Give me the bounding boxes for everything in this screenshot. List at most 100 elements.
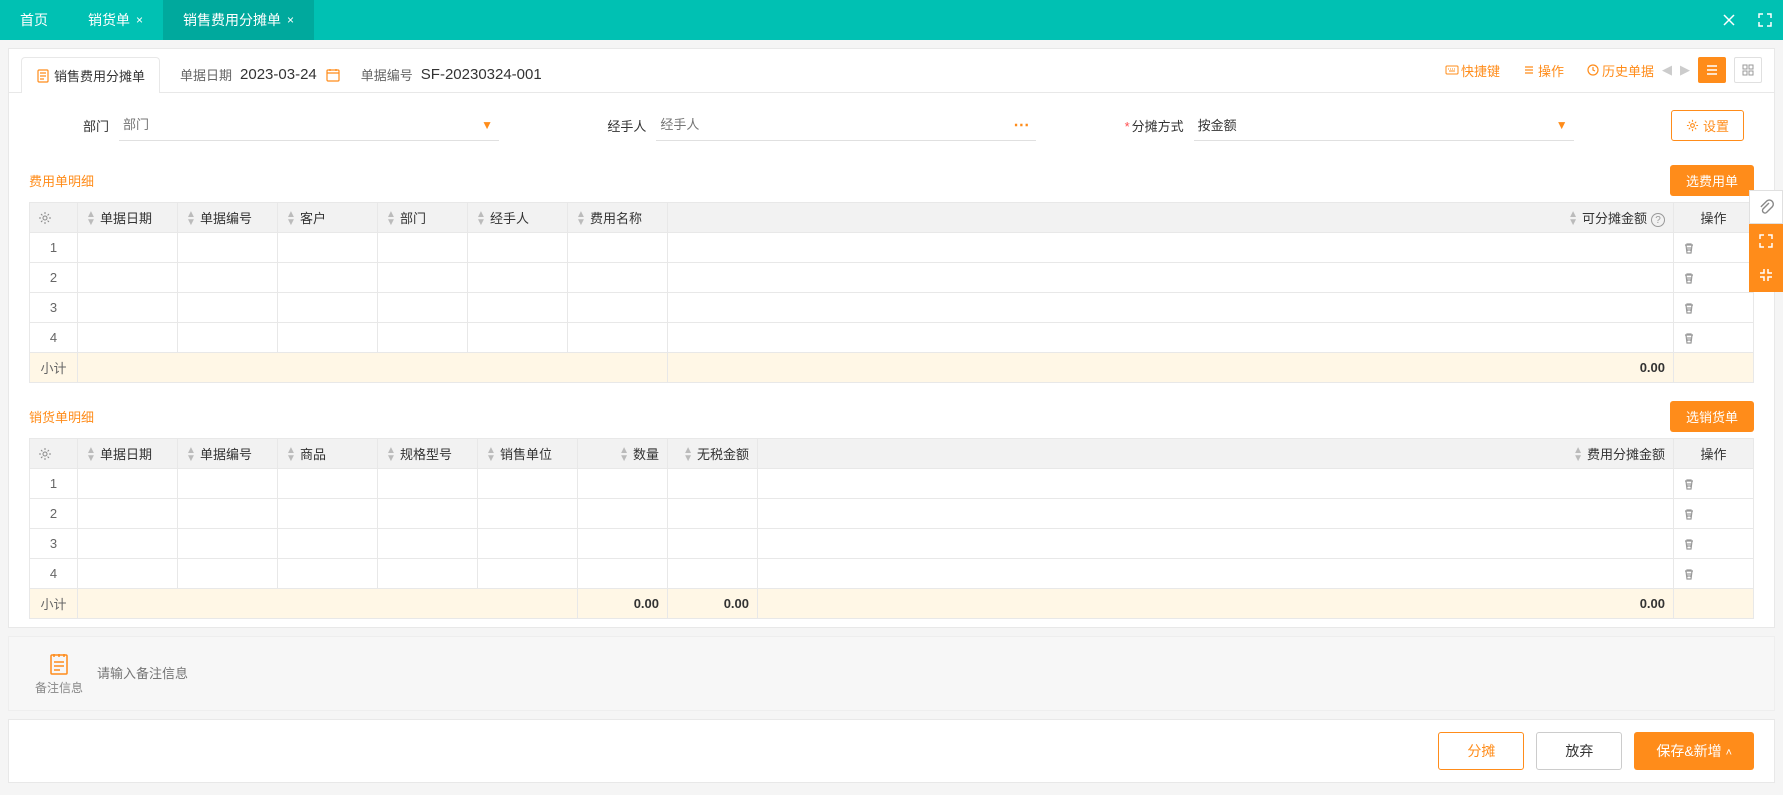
delete-icon[interactable] xyxy=(1682,567,1745,581)
method-label: *分摊方式 xyxy=(1114,116,1194,135)
handler-select[interactable]: ⋯ xyxy=(656,109,1036,141)
calendar-icon[interactable] xyxy=(325,67,341,83)
table-row[interactable]: 2 xyxy=(30,499,1754,529)
allocate-button[interactable]: 分摊 xyxy=(1438,732,1524,770)
row-number: 4 xyxy=(30,323,78,353)
help-icon[interactable]: ? xyxy=(1651,213,1665,227)
col-alloc-amount[interactable]: 可分摊金额? xyxy=(668,203,1674,233)
col-customer[interactable]: 客户 xyxy=(278,203,378,233)
col-notax[interactable]: 无税金额 xyxy=(668,439,758,469)
notes-icon xyxy=(46,651,72,677)
expand-button[interactable] xyxy=(1749,224,1783,258)
tab-home-label: 首页 xyxy=(20,10,48,30)
col-docno[interactable]: 单据编号 xyxy=(178,203,278,233)
footer-actions: 分摊 放弃 保存&新增 ˄ xyxy=(8,719,1775,783)
prev-record-button[interactable]: ◀ xyxy=(1662,62,1672,78)
select-sales-button[interactable]: 选销货单 xyxy=(1670,401,1754,432)
table-row[interactable]: 2 xyxy=(30,263,1754,293)
header-row: 销售费用分摊单 单据日期 2023-03-24 单据编号 SF-20230324… xyxy=(9,49,1774,93)
select-expense-button[interactable]: 选费用单 xyxy=(1670,165,1754,196)
delete-icon[interactable] xyxy=(1682,271,1745,285)
table-row[interactable]: 3 xyxy=(30,529,1754,559)
delete-icon[interactable] xyxy=(1682,477,1745,491)
cancel-button[interactable]: 放弃 xyxy=(1536,732,1622,770)
settings-button[interactable]: 设置 xyxy=(1671,110,1744,141)
expense-table: 单据日期 单据编号 客户 部门 经手人 费用名称 可分摊金额? 操作 1234 … xyxy=(29,202,1754,383)
col-unit[interactable]: 销售单位 xyxy=(478,439,578,469)
dept-input[interactable] xyxy=(123,109,471,140)
doc-date-value[interactable]: 2023-03-24 xyxy=(240,66,317,83)
sales-subtotal-row: 小计 0.00 0.00 0.00 xyxy=(30,589,1754,619)
history-link[interactable]: 历史单据 xyxy=(1586,61,1654,80)
view-mode-list-button[interactable] xyxy=(1698,57,1726,83)
collapse-button[interactable] xyxy=(1749,258,1783,292)
shortcut-keys-link[interactable]: 快捷键 xyxy=(1445,61,1500,80)
window-close-button[interactable] xyxy=(1711,0,1747,40)
handler-input[interactable] xyxy=(660,109,1008,140)
fullscreen-button[interactable] xyxy=(1747,0,1783,40)
tab-alloc-label: 销售费用分摊单 xyxy=(183,10,281,30)
method-input[interactable] xyxy=(1198,109,1546,140)
next-record-button[interactable]: ▶ xyxy=(1680,62,1690,78)
operate-link[interactable]: 操作 xyxy=(1522,61,1564,80)
tab-sales-expense-alloc[interactable]: 销售费用分摊单 × xyxy=(163,0,314,40)
table-row[interactable]: 3 xyxy=(30,293,1754,323)
doc-no-value: SF-20230324-001 xyxy=(421,66,542,83)
notax-subtotal-value: 0.00 xyxy=(668,589,758,619)
side-toolbar xyxy=(1749,190,1783,292)
handler-label: 经手人 xyxy=(576,116,656,135)
filter-row: 部门 ▼ 经手人 ⋯ *分摊方式 ▼ 设置 xyxy=(9,93,1774,157)
table-row[interactable]: 4 xyxy=(30,323,1754,353)
sales-table: 单据日期 单据编号 商品 规格型号 销售单位 数量 无税金额 费用分摊金额 操作… xyxy=(29,438,1754,619)
row-number: 4 xyxy=(30,559,78,589)
gear-icon xyxy=(1686,119,1699,132)
document-type-tab[interactable]: 销售费用分摊单 xyxy=(21,57,160,93)
tab-sales-label: 销货单 xyxy=(88,10,130,30)
remarks-panel: 备注信息 xyxy=(8,636,1775,711)
doc-date-label: 单据日期 xyxy=(180,65,232,84)
history-icon xyxy=(1586,63,1600,77)
table-row[interactable]: 1 xyxy=(30,469,1754,499)
table-settings-header[interactable] xyxy=(30,203,78,233)
col-feename[interactable]: 费用名称 xyxy=(568,203,668,233)
document-icon xyxy=(36,69,50,83)
chevron-up-icon: ˄ xyxy=(1726,747,1732,759)
expense-section-title: 费用单明细 xyxy=(29,171,94,190)
dept-select[interactable]: ▼ xyxy=(119,109,499,141)
table-settings-header[interactable] xyxy=(30,439,78,469)
col-date[interactable]: 单据日期 xyxy=(78,439,178,469)
document-type-label: 销售费用分摊单 xyxy=(54,66,145,85)
tab-home[interactable]: 首页 xyxy=(0,0,68,40)
method-select[interactable]: ▼ xyxy=(1194,109,1574,141)
delete-icon[interactable] xyxy=(1682,301,1745,315)
col-qty[interactable]: 数量 xyxy=(578,439,668,469)
col-docno[interactable]: 单据编号 xyxy=(178,439,278,469)
expense-detail-section: 费用单明细 选费用单 单据日期 单据编号 客户 部门 经手人 费用名称 可分摊金… xyxy=(9,165,1774,383)
col-handler[interactable]: 经手人 xyxy=(468,203,568,233)
save-and-new-button[interactable]: 保存&新增 ˄ xyxy=(1634,732,1754,770)
col-date[interactable]: 单据日期 xyxy=(78,203,178,233)
col-fee-alloc[interactable]: 费用分摊金额 xyxy=(758,439,1674,469)
fee-subtotal-value: 0.00 xyxy=(758,589,1674,619)
table-row[interactable]: 1 xyxy=(30,233,1754,263)
expense-subtotal-row: 小计 0.00 xyxy=(30,353,1754,383)
list-icon xyxy=(1522,63,1536,77)
keyboard-icon xyxy=(1445,63,1459,77)
col-operate: 操作 xyxy=(1674,439,1754,469)
col-dept[interactable]: 部门 xyxy=(378,203,468,233)
subtotal-label: 小计 xyxy=(30,589,78,619)
attachment-button[interactable] xyxy=(1749,190,1783,224)
delete-icon[interactable] xyxy=(1682,331,1745,345)
delete-icon[interactable] xyxy=(1682,507,1745,521)
table-row[interactable]: 4 xyxy=(30,559,1754,589)
col-product[interactable]: 商品 xyxy=(278,439,378,469)
close-icon[interactable]: × xyxy=(136,13,143,27)
delete-icon[interactable] xyxy=(1682,241,1745,255)
close-icon[interactable]: × xyxy=(287,13,294,27)
tab-sales-order[interactable]: 销货单 × xyxy=(68,0,163,40)
col-spec[interactable]: 规格型号 xyxy=(378,439,478,469)
view-mode-grid-button[interactable] xyxy=(1734,57,1762,83)
delete-icon[interactable] xyxy=(1682,537,1745,551)
dept-label: 部门 xyxy=(39,116,119,135)
remarks-input[interactable] xyxy=(89,658,1754,689)
